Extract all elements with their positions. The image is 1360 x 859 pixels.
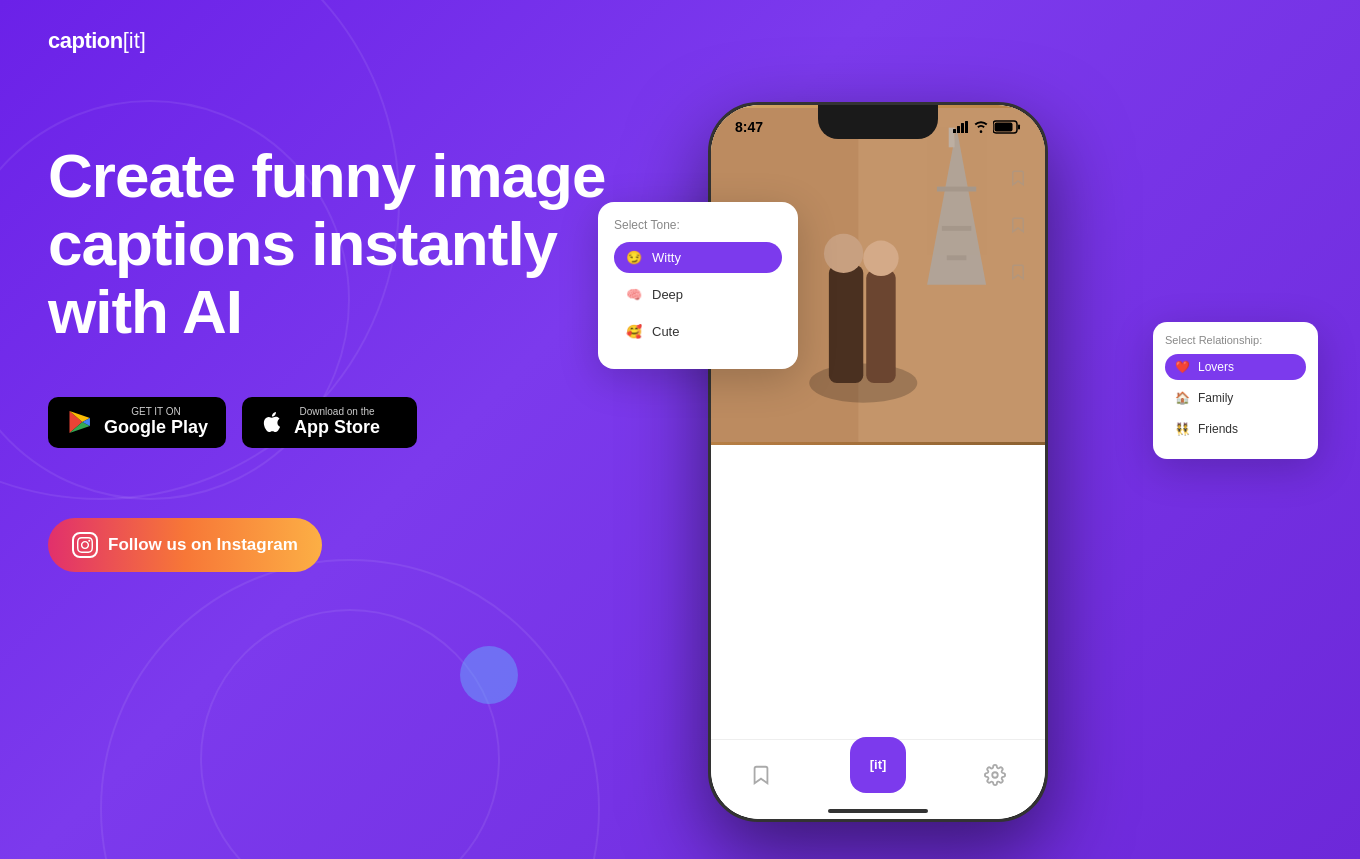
left-side: Create funny image captions instantly wi… — [48, 82, 628, 572]
store-buttons: GET IT ON Google Play Download on the Ap… — [48, 397, 628, 449]
tone-deep-label: Deep — [652, 287, 683, 302]
instagram-label: Follow us on Instagram — [108, 535, 298, 555]
tone-witty-label: Witty — [652, 250, 681, 265]
svg-rect-17 — [866, 270, 895, 383]
rel-family-icon: 🏠 — [1175, 391, 1190, 405]
google-play-sub: GET IT ON — [104, 407, 208, 417]
app-store-main: App Store — [294, 417, 380, 439]
logo: caption[it] — [48, 28, 1312, 54]
tone-card: Select Tone: 😏 Witty 🧠 Deep 🥰 Cute — [598, 202, 798, 369]
home-indicator — [828, 809, 928, 813]
google-play-button[interactable]: GET IT ON Google Play — [48, 397, 226, 449]
phone-nav: [it] — [711, 739, 1045, 819]
rel-lovers-label: Lovers — [1198, 360, 1234, 374]
svg-rect-15 — [829, 265, 863, 383]
app-store-sub: Download on the — [294, 407, 380, 417]
logo-bracket: [it] — [123, 28, 146, 54]
tone-witty[interactable]: 😏 Witty — [614, 242, 782, 273]
tone-deep[interactable]: 🧠 Deep — [614, 279, 782, 310]
svg-rect-6 — [1018, 125, 1020, 130]
nav-center-logo[interactable]: [it] — [850, 737, 906, 793]
hero-title: Create funny image captions instantly wi… — [48, 142, 628, 347]
instagram-svg — [77, 537, 93, 553]
svg-point-18 — [863, 241, 898, 276]
rel-friends[interactable]: 👯 Friends — [1165, 416, 1306, 442]
svg-rect-5 — [995, 123, 1013, 132]
bookmark-icon-1[interactable] — [1009, 169, 1027, 187]
rel-friends-icon: 👯 — [1175, 422, 1190, 436]
svg-rect-11 — [942, 226, 971, 231]
tone-witty-icon: 😏 — [626, 250, 642, 265]
google-play-text: GET IT ON Google Play — [104, 407, 208, 439]
header: caption[it] — [0, 0, 1360, 82]
bookmark-icon-2[interactable] — [1009, 216, 1027, 234]
svg-rect-10 — [937, 187, 976, 192]
phone-time: 8:47 — [735, 119, 763, 135]
svg-rect-0 — [953, 129, 956, 133]
phone-notch — [818, 105, 938, 139]
tone-cute[interactable]: 🥰 Cute — [614, 316, 782, 347]
app-store-text: Download on the App Store — [294, 407, 380, 439]
nav-settings-icon[interactable] — [984, 764, 1006, 786]
svg-rect-1 — [957, 126, 960, 133]
rel-family[interactable]: 🏠 Family — [1165, 385, 1306, 411]
battery-icon — [993, 120, 1021, 134]
tone-cute-label: Cute — [652, 324, 679, 339]
rel-lovers[interactable]: ❤️ Lovers — [1165, 354, 1306, 380]
relationship-card-title: Select Relationship: — [1165, 334, 1306, 346]
rel-friends-label: Friends — [1198, 422, 1238, 436]
signal-icon — [953, 121, 969, 133]
apple-icon — [260, 410, 284, 434]
svg-rect-3 — [965, 121, 968, 133]
nav-center-label: [it] — [870, 757, 887, 772]
instagram-icon — [72, 532, 98, 558]
tone-deep-icon: 🧠 — [626, 287, 642, 302]
wifi-icon — [973, 121, 989, 133]
bookmark-icon-3[interactable] — [1009, 263, 1027, 281]
phone-status-icons — [953, 120, 1021, 134]
nav-bookmark-icon[interactable] — [750, 764, 772, 786]
logo-text: caption — [48, 28, 123, 54]
google-play-main: Google Play — [104, 417, 208, 439]
svg-rect-12 — [947, 255, 967, 260]
tone-cute-icon: 🥰 — [626, 324, 642, 339]
instagram-button[interactable]: Follow us on Instagram — [48, 518, 322, 572]
page-wrapper: caption[it] Create funny image captions … — [0, 0, 1360, 859]
tone-card-title: Select Tone: — [614, 218, 782, 232]
blue-dot — [460, 646, 518, 704]
google-play-icon — [66, 408, 94, 436]
relationship-card: Select Relationship: ❤️ Lovers 🏠 Family … — [1153, 322, 1318, 459]
main-content: Create funny image captions instantly wi… — [0, 82, 1360, 859]
svg-rect-2 — [961, 123, 964, 133]
app-store-button[interactable]: Download on the App Store — [242, 397, 417, 449]
rel-family-label: Family — [1198, 391, 1233, 405]
right-side: Select Tone: 😏 Witty 🧠 Deep 🥰 Cute — [628, 82, 1308, 859]
rel-lovers-icon: ❤️ — [1175, 360, 1190, 374]
svg-point-19 — [992, 772, 998, 778]
svg-point-16 — [824, 234, 863, 273]
